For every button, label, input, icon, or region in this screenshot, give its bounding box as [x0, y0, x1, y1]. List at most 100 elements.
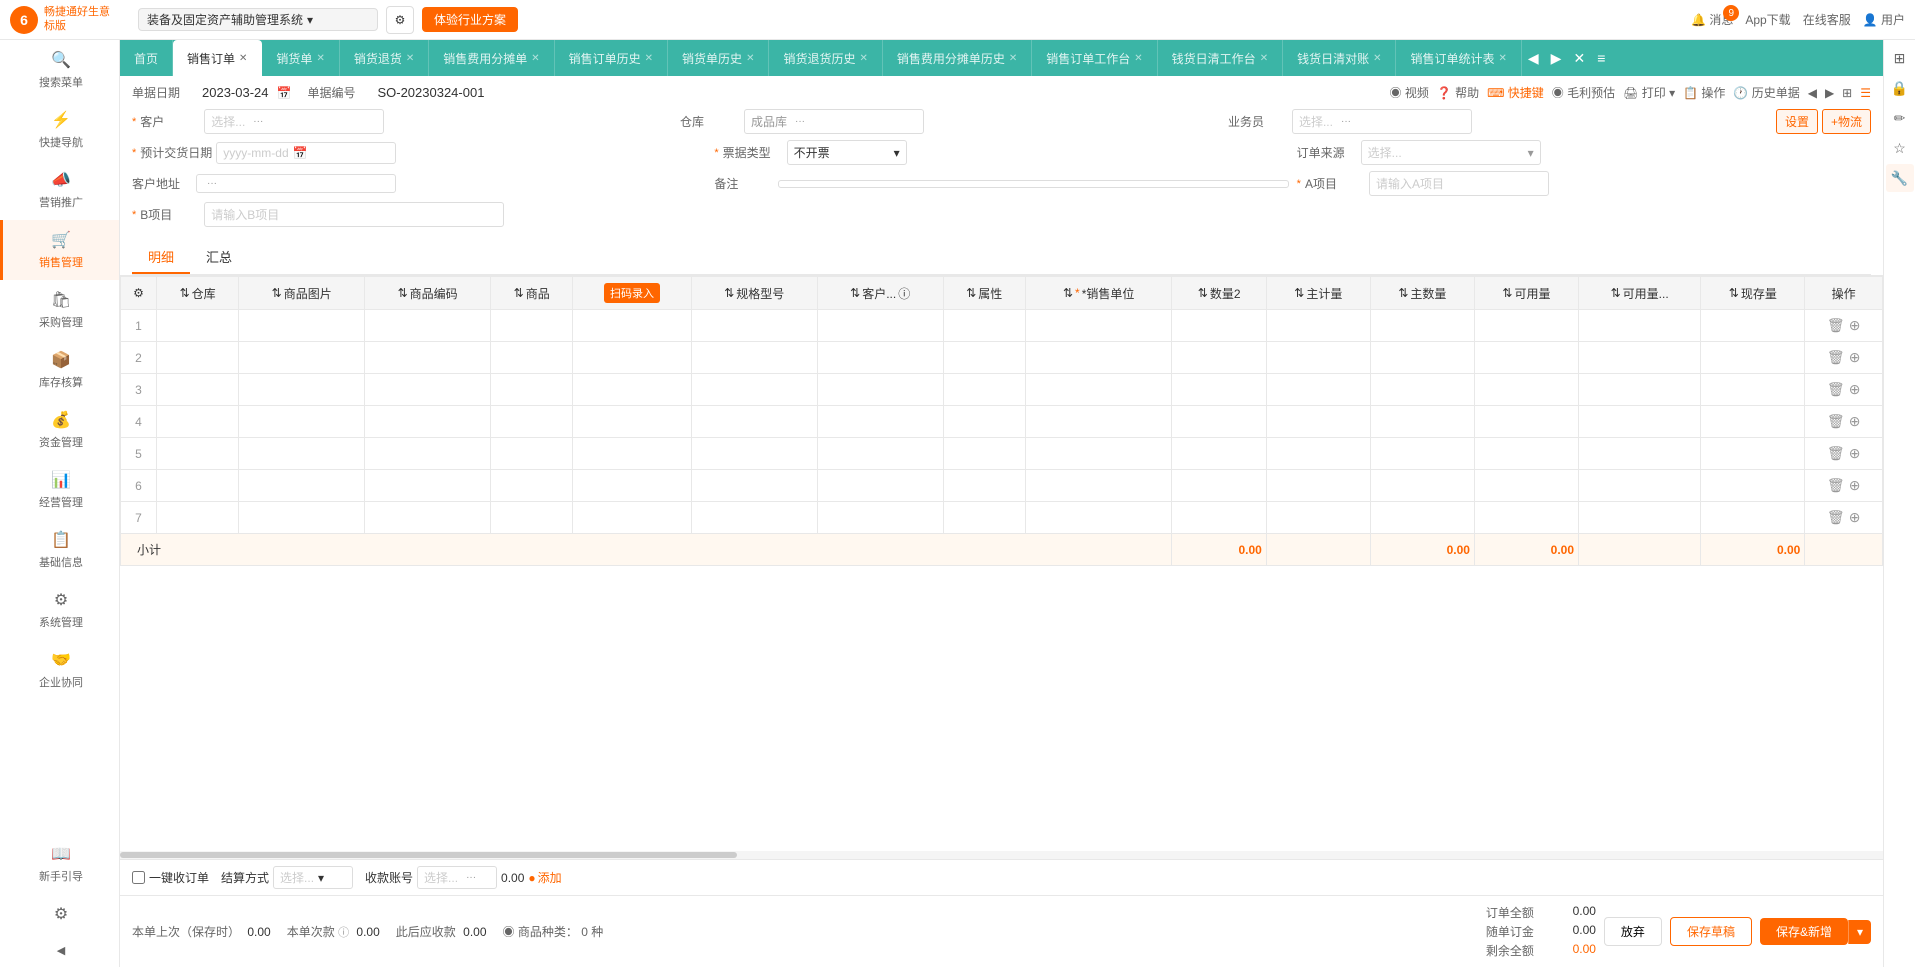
- row-6-attribute[interactable]: [943, 470, 1025, 502]
- tab-sales-order-history[interactable]: 销售订单历史 ✕: [555, 40, 668, 76]
- industry-button[interactable]: 体验行业方案: [422, 7, 518, 32]
- row-3-warehouse[interactable]: [157, 374, 239, 406]
- col-available2-header[interactable]: ⇅ 可用量...: [1579, 277, 1701, 310]
- tab-expense-history[interactable]: 销售费用分摊单历史 ✕: [883, 40, 1032, 76]
- row-7-code[interactable]: [365, 502, 491, 534]
- row-1-qty2[interactable]: [1172, 310, 1266, 342]
- account-select[interactable]: 选择... ···: [417, 866, 497, 889]
- warehouse-input[interactable]: 成品库 ···: [744, 109, 924, 134]
- row-4-main-qty[interactable]: [1370, 406, 1474, 438]
- row-3-main-unit[interactable]: [1266, 374, 1370, 406]
- col-unit-header[interactable]: ⇅ **销售单位: [1025, 277, 1172, 310]
- row-4-qty2[interactable]: [1172, 406, 1266, 438]
- row-6-available2[interactable]: [1579, 470, 1701, 502]
- date-value[interactable]: 2023-03-24: [202, 85, 269, 100]
- salesperson-expand-icon[interactable]: ···: [1341, 116, 1351, 127]
- row-7-warehouse[interactable]: [157, 502, 239, 534]
- account-expand-icon[interactable]: ···: [466, 872, 476, 883]
- discard-button[interactable]: 放弃: [1604, 917, 1662, 946]
- row-5-customer-code[interactable]: [817, 438, 943, 470]
- col-product-code-header[interactable]: ⇅ 商品编码: [365, 277, 491, 310]
- row-7-main-qty[interactable]: [1370, 502, 1474, 534]
- right-sidebar-edit-icon[interactable]: ✏: [1886, 104, 1914, 132]
- right-sidebar-tool-icon[interactable]: 🔧: [1886, 164, 1914, 192]
- nav-next-icon[interactable]: ▶: [1825, 86, 1834, 100]
- close-tab-sales-order[interactable]: ✕: [239, 53, 247, 64]
- row-2-code[interactable]: [365, 342, 491, 374]
- row-1-copy-btn[interactable]: ⊕: [1849, 317, 1861, 334]
- sidebar-item-collapse[interactable]: ◀: [0, 934, 119, 967]
- row-4-customer-code[interactable]: [817, 406, 943, 438]
- customer-input[interactable]: 选择... ···: [204, 109, 384, 134]
- close-tab-expense-history[interactable]: ✕: [1009, 53, 1017, 64]
- a-project-input[interactable]: 请输入A项目: [1369, 171, 1549, 196]
- sidebar-item-sales[interactable]: 🛒 销售管理: [0, 220, 119, 280]
- print-link[interactable]: 🖨 打印 ▾: [1623, 84, 1675, 101]
- calendar-icon[interactable]: 📅: [293, 146, 308, 160]
- row-1-available[interactable]: [1474, 310, 1578, 342]
- row-3-available2[interactable]: [1579, 374, 1701, 406]
- col-settings-header[interactable]: ⚙: [121, 277, 157, 310]
- row-7-spec[interactable]: [691, 502, 817, 534]
- row-7-current-stock[interactable]: [1701, 502, 1805, 534]
- one-click-checkbox-input[interactable]: [132, 871, 145, 884]
- salesperson-input[interactable]: 选择... ···: [1292, 109, 1472, 134]
- row-3-customer-code[interactable]: [817, 374, 943, 406]
- col-warehouse-header[interactable]: ⇅ 仓库: [157, 277, 239, 310]
- tab-sales-bill[interactable]: 销货单 ✕: [262, 40, 339, 76]
- row-7-copy-btn[interactable]: ⊕: [1849, 509, 1861, 526]
- col-customer-code-header[interactable]: ⇅ 客户... ⓘ: [817, 277, 943, 310]
- row-7-available2[interactable]: [1579, 502, 1701, 534]
- close-tab-sales-bill[interactable]: ✕: [316, 53, 324, 64]
- row-4-available2[interactable]: [1579, 406, 1701, 438]
- row-5-code[interactable]: [365, 438, 491, 470]
- row-5-available[interactable]: [1474, 438, 1578, 470]
- row-5-available2[interactable]: [1579, 438, 1701, 470]
- row-6-warehouse[interactable]: [157, 470, 239, 502]
- row-2-copy-btn[interactable]: ⊕: [1849, 349, 1861, 366]
- row-5-attribute[interactable]: [943, 438, 1025, 470]
- row-7-available[interactable]: [1474, 502, 1578, 534]
- row-6-spec[interactable]: [691, 470, 817, 502]
- row-4-image[interactable]: [239, 406, 365, 438]
- row-1-warehouse[interactable]: [157, 310, 239, 342]
- row-2-available2[interactable]: [1579, 342, 1701, 374]
- tab-sales-bill-history[interactable]: 销货单历史 ✕: [668, 40, 769, 76]
- row-6-available[interactable]: [1474, 470, 1578, 502]
- row-2-main-unit[interactable]: [1266, 342, 1370, 374]
- row-1-image[interactable]: [239, 310, 365, 342]
- row-2-customer-code[interactable]: [817, 342, 943, 374]
- sidebar-item-guide[interactable]: 📖 新手引导: [0, 834, 119, 894]
- col-current-stock-header[interactable]: ⇅ 现存量: [1701, 277, 1805, 310]
- add-logistics-button[interactable]: +物流: [1822, 109, 1871, 134]
- row-7-image[interactable]: [239, 502, 365, 534]
- row-4-available[interactable]: [1474, 406, 1578, 438]
- row-4-delete-btn[interactable]: 🗑: [1827, 413, 1845, 430]
- row-2-warehouse[interactable]: [157, 342, 239, 374]
- row-6-product[interactable]: [491, 470, 573, 502]
- app-download-link[interactable]: App下载: [1745, 11, 1790, 28]
- row-3-delete-btn[interactable]: 🗑: [1827, 381, 1845, 398]
- grid-view-icon[interactable]: ⊞: [1842, 86, 1852, 100]
- close-tab-sales-return[interactable]: ✕: [406, 53, 414, 64]
- help-link[interactable]: ❓ 帮助: [1437, 84, 1479, 101]
- save-new-dropdown-button[interactable]: ▾: [1848, 920, 1871, 944]
- sidebar-item-base-info[interactable]: 📋 基础信息: [0, 520, 119, 580]
- row-3-main-qty[interactable]: [1370, 374, 1474, 406]
- tab-close-all-button[interactable]: ✕: [1567, 40, 1591, 76]
- tab-sales-expense[interactable]: 销售费用分摊单 ✕: [429, 40, 554, 76]
- operation-link[interactable]: 📋 操作: [1683, 84, 1725, 101]
- row-1-unit[interactable]: [1025, 310, 1172, 342]
- right-sidebar-lock-icon[interactable]: 🔒: [1886, 74, 1914, 102]
- row-6-customer-code[interactable]: [817, 470, 943, 502]
- row-6-main-qty[interactable]: [1370, 470, 1474, 502]
- table-scrollbar[interactable]: [120, 851, 1883, 859]
- sidebar-item-marketing[interactable]: 📣 营销推广: [0, 160, 119, 220]
- order-source-input[interactable]: 选择... ▾: [1361, 140, 1541, 165]
- calendar-icon[interactable]: 📅: [277, 86, 292, 100]
- row-7-customer-code[interactable]: [817, 502, 943, 534]
- tab-cash-reconcile[interactable]: 钱货日清对账 ✕: [1283, 40, 1396, 76]
- row-3-image[interactable]: [239, 374, 365, 406]
- row-6-code[interactable]: [365, 470, 491, 502]
- sidebar-item-inventory[interactable]: 📦 库存核算: [0, 340, 119, 400]
